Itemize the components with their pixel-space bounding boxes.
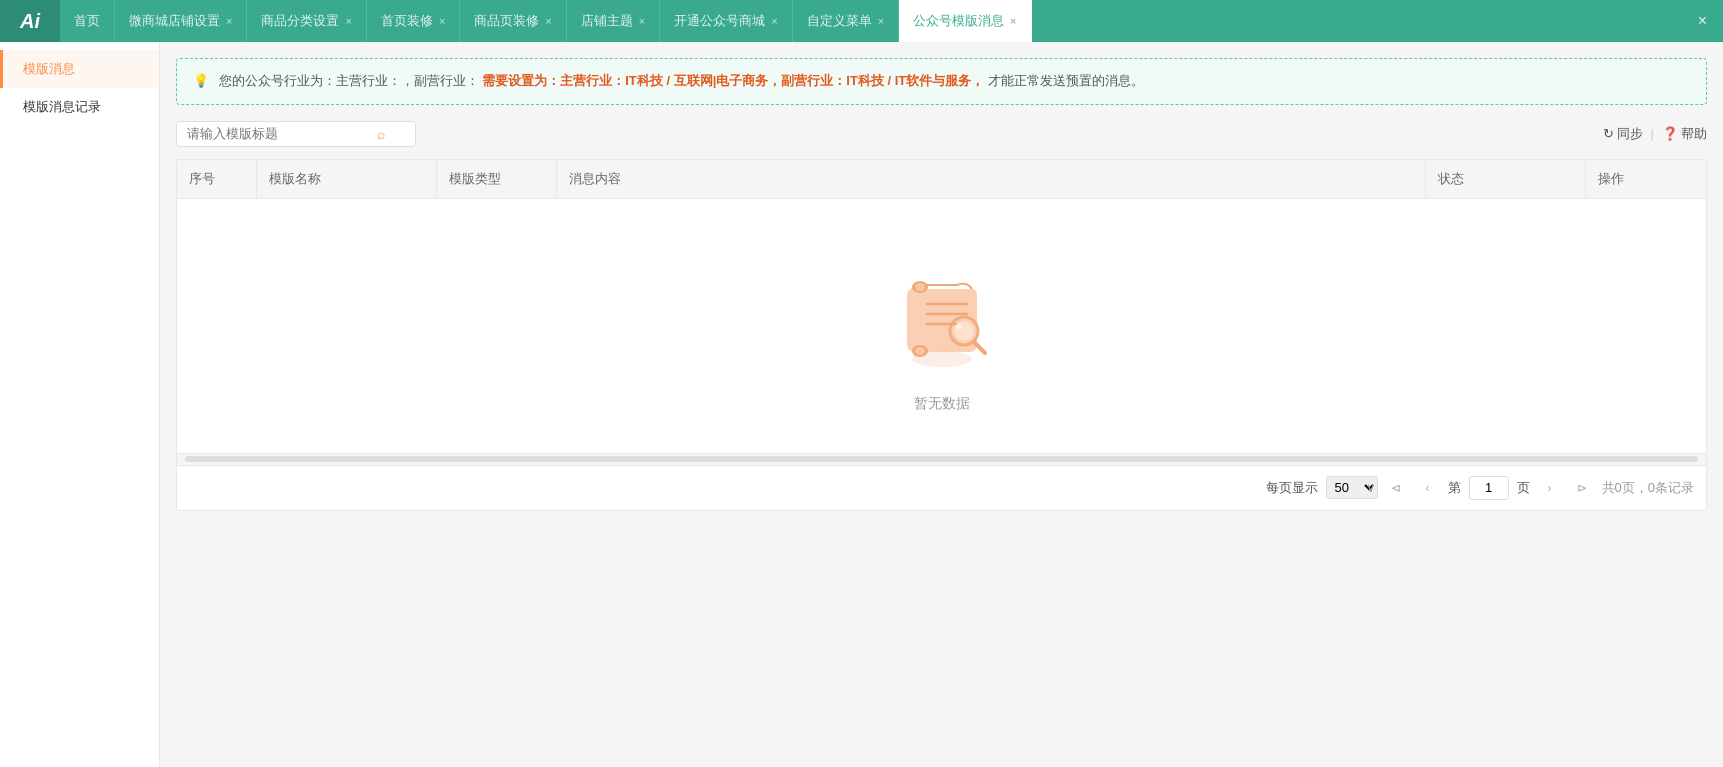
nav-tab-category[interactable]: 商品分类设置 ×: [247, 0, 366, 42]
notice-highlight: 需要设置为：主营行业：IT科技 / 互联网|电子商务，副营行业：IT科技 / I…: [482, 73, 984, 88]
total-info: 共0页，0条记录: [1602, 479, 1694, 497]
horizontal-scrollbar[interactable]: [177, 453, 1706, 465]
help-label: 帮助: [1681, 125, 1707, 143]
main-layout: 模版消息 模版消息记录 💡 您的公众号行业为：主营行业：，副营行业： 需要设置为…: [0, 42, 1723, 767]
nav-tab-category-close[interactable]: ×: [345, 15, 351, 27]
sidebar-item-template-msg[interactable]: 模版消息: [0, 50, 159, 88]
search-input-wrap: ⌕: [176, 121, 416, 147]
sync-label: 同步: [1617, 125, 1643, 143]
notice-icon: 💡: [193, 73, 209, 88]
nav-tab-homepage[interactable]: 首页装修 ×: [367, 0, 460, 42]
scrollbar-track[interactable]: [185, 456, 1698, 462]
nav-tab-shop-settings[interactable]: 微商城店铺设置 ×: [115, 0, 247, 42]
nav-tab-template-msg[interactable]: 公众号模版消息 ×: [899, 0, 1031, 42]
svg-point-4: [915, 347, 925, 355]
sidebar: 模版消息 模版消息记录: [0, 42, 160, 767]
nav-tab-template-msg-close[interactable]: ×: [1010, 15, 1016, 27]
nav-tab-product-page[interactable]: 商品页装修 ×: [460, 0, 566, 42]
nav-tab-open-mall-label: 开通公众号商城: [674, 12, 765, 30]
help-icon: ❓: [1662, 126, 1678, 141]
nav-tab-custom-menu[interactable]: 自定义菜单 ×: [793, 0, 899, 42]
nav-tab-home[interactable]: 首页: [60, 0, 115, 42]
sidebar-item-template-record[interactable]: 模版消息记录: [0, 88, 159, 126]
nav-tab-custom-menu-label: 自定义菜单: [807, 12, 872, 30]
page-size-select[interactable]: 50 10 20 100: [1326, 476, 1378, 499]
nav-tab-product-page-close[interactable]: ×: [545, 15, 551, 27]
table-header: 序号 模版名称 模版类型 消息内容 状态 操作: [177, 160, 1706, 199]
empty-icon: [882, 259, 1002, 379]
nav-tab-home-label: 首页: [74, 12, 100, 30]
prev-page-button[interactable]: ‹: [1416, 476, 1440, 500]
current-page-input[interactable]: [1469, 476, 1509, 500]
nav-tab-homepage-label: 首页装修: [381, 12, 433, 30]
search-input[interactable]: [187, 126, 377, 141]
page-size-prefix: 每页显示: [1266, 479, 1318, 497]
notice-text-prefix: 您的公众号行业为：主营行业：，副营行业：: [219, 73, 479, 88]
nav-tab-shop-settings-label: 微商城店铺设置: [129, 12, 220, 30]
nav-tab-homepage-close[interactable]: ×: [439, 15, 445, 27]
data-table: 序号 模版名称 模版类型 消息内容 状态 操作: [176, 159, 1707, 511]
svg-point-11: [956, 323, 962, 329]
first-page-button[interactable]: ⊲: [1384, 476, 1408, 500]
nav-tab-open-mall-close[interactable]: ×: [771, 15, 777, 27]
toolbar-divider: |: [1651, 126, 1654, 141]
sync-icon: ↻: [1603, 126, 1614, 141]
notice-box: 💡 您的公众号行业为：主营行业：，副营行业： 需要设置为：主营行业：IT科技 /…: [176, 58, 1707, 105]
sidebar-item-template-record-label: 模版消息记录: [23, 99, 101, 114]
help-button[interactable]: ❓ 帮助: [1662, 125, 1707, 143]
table-col-index: 序号: [177, 160, 257, 198]
table-col-name: 模版名称: [257, 160, 437, 198]
table-col-content: 消息内容: [557, 160, 1426, 198]
table-col-type: 模版类型: [437, 160, 557, 198]
svg-point-2: [915, 283, 925, 291]
main-content: 💡 您的公众号行业为：主营行业：，副营行业： 需要设置为：主营行业：IT科技 /…: [160, 42, 1723, 767]
page-di-label: 第: [1448, 479, 1461, 497]
nav-tab-category-label: 商品分类设置: [261, 12, 339, 30]
notice-text-suffix: 才能正常发送预置的消息。: [988, 73, 1144, 88]
table-col-status: 状态: [1426, 160, 1586, 198]
logo: Ai: [0, 0, 60, 42]
next-page-button[interactable]: ›: [1538, 476, 1562, 500]
global-close-button[interactable]: ×: [1682, 12, 1723, 30]
sync-button[interactable]: ↻ 同步: [1603, 125, 1643, 143]
nav-tab-theme-label: 店铺主题: [581, 12, 633, 30]
nav-tab-product-page-label: 商品页装修: [474, 12, 539, 30]
search-bar: ⌕ ↻ 同步 | ❓ 帮助: [176, 121, 1707, 147]
nav-tab-open-mall[interactable]: 开通公众号商城 ×: [660, 0, 792, 42]
empty-state: 暂无数据: [177, 199, 1706, 453]
nav-tab-shop-settings-close[interactable]: ×: [226, 15, 232, 27]
sidebar-item-template-msg-label: 模版消息: [23, 61, 75, 76]
page-ye-label: 页: [1517, 479, 1530, 497]
nav-tab-theme[interactable]: 店铺主题 ×: [567, 0, 660, 42]
search-icon[interactable]: ⌕: [377, 126, 385, 142]
table-col-action: 操作: [1586, 160, 1706, 198]
empty-text: 暂无数据: [914, 395, 970, 413]
last-page-button[interactable]: ⊳: [1570, 476, 1594, 500]
nav-tab-custom-menu-close[interactable]: ×: [878, 15, 884, 27]
pagination: 每页显示 50 10 20 100 ∨ ⊲ ‹ 第 页 › ⊳ 共0页，0条记录: [177, 465, 1706, 510]
toolbar-right: ↻ 同步 | ❓ 帮助: [1603, 125, 1707, 143]
top-navigation: Ai 首页 微商城店铺设置 × 商品分类设置 × 首页装修 × 商品页装修 × …: [0, 0, 1723, 42]
nav-tab-theme-close[interactable]: ×: [639, 15, 645, 27]
nav-tab-template-msg-label: 公众号模版消息: [913, 12, 1004, 30]
